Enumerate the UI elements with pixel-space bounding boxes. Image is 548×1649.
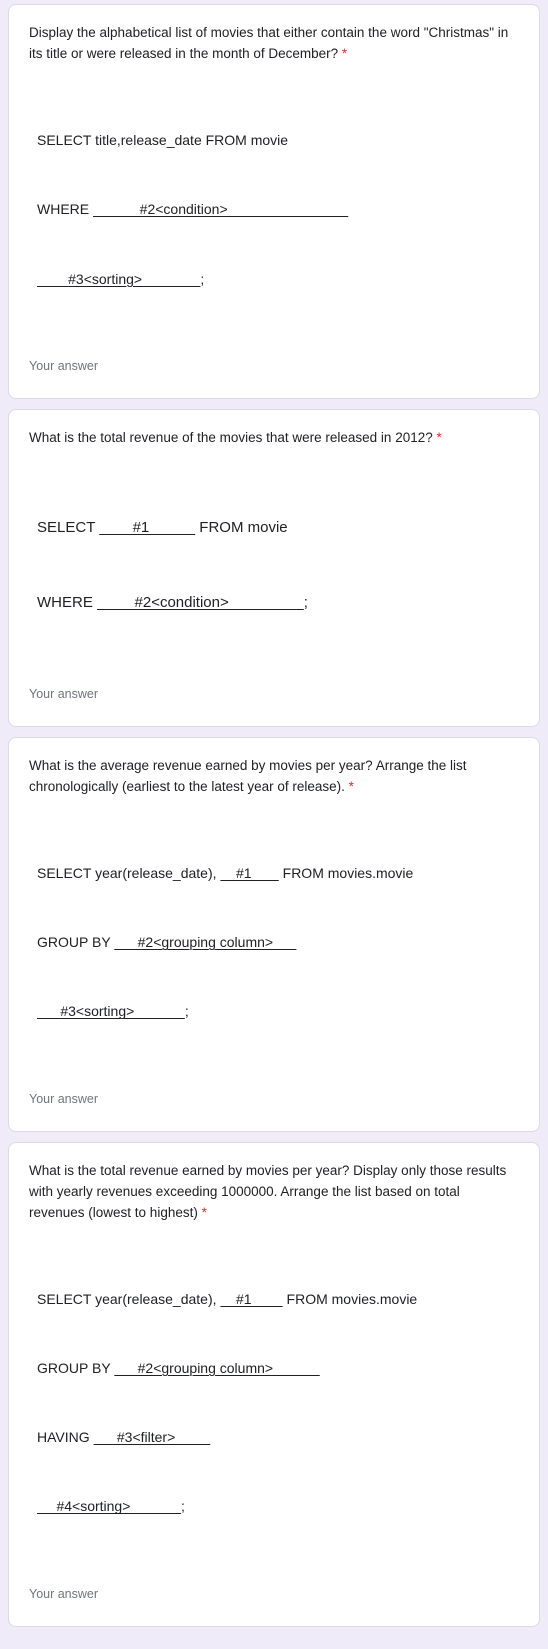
sql-text: ;	[185, 1003, 189, 1019]
sql-line: GROUP BY #2<grouping column>	[37, 931, 517, 954]
question-card: What is the total revenue of the movies …	[8, 409, 540, 727]
sql-text: SELECT year(release_date),	[37, 862, 220, 885]
sql-blank: #1	[220, 1291, 282, 1307]
required-marker: *	[349, 779, 354, 794]
sql-line: SELECT year(release_date), #1 FROM movie…	[37, 862, 517, 885]
sql-line: SELECT title,release_date FROM movie	[37, 129, 517, 152]
sql-text: ;	[304, 594, 308, 611]
sql-blank: #3<filter>	[94, 1429, 211, 1445]
sql-line: WHERE #2<condition>	[37, 198, 517, 221]
question-card: What is the average revenue earned by mo…	[8, 737, 540, 1132]
sql-block: SELECT year(release_date), #1 FROM movie…	[29, 816, 519, 1070]
answer-input-wrap: Your answer	[29, 1587, 519, 1608]
sql-blank: #2<condition>	[93, 201, 348, 217]
question-prompt: What is the total revenue of the movies …	[29, 430, 433, 445]
sql-blank: #3<sorting>	[37, 271, 200, 287]
answer-input-wrap: Your answer	[29, 687, 519, 708]
required-marker: *	[342, 46, 347, 61]
question-prompt: What is the total revenue earned by movi…	[29, 1163, 506, 1220]
required-marker: *	[202, 1205, 207, 1220]
answer-input-wrap: Your answer	[29, 359, 519, 380]
sql-line: GROUP BY #2<grouping column>	[37, 1357, 517, 1380]
sql-block: SELECT #1 FROM movie WHERE #2<condition>…	[29, 467, 519, 665]
sql-text: WHERE	[37, 198, 93, 221]
answer-input[interactable]: Your answer	[29, 359, 519, 380]
sql-text: FROM movies.movie	[283, 1291, 418, 1307]
question-card: Display the alphabetical list of movies …	[8, 4, 540, 399]
answer-input[interactable]: Your answer	[29, 1587, 519, 1608]
sql-block: SELECT year(release_date), #1 FROM movie…	[29, 1241, 519, 1564]
sql-blank: #3<sorting>	[37, 1003, 185, 1019]
sql-blank: #2<condition>	[97, 594, 304, 611]
question-text: What is the average revenue earned by mo…	[29, 756, 519, 798]
sql-blank: #1	[99, 519, 195, 536]
sql-blank: #2<grouping column>	[114, 1360, 319, 1376]
sql-text: GROUP BY	[37, 1357, 114, 1380]
sql-text: FROM movie	[195, 519, 288, 536]
sql-text: SELECT title,release_date FROM movie	[37, 129, 288, 152]
sql-text: ;	[181, 1498, 185, 1514]
question-card: What is the total revenue earned by movi…	[8, 1142, 540, 1627]
sql-line: #3<sorting> ;	[37, 268, 517, 291]
form-page: Display the alphabetical list of movies …	[0, 0, 548, 1649]
sql-line: HAVING #3<filter>	[37, 1426, 517, 1449]
sql-text: SELECT	[37, 516, 99, 541]
sql-text: FROM movies.movie	[279, 865, 414, 881]
sql-text: SELECT year(release_date),	[37, 1288, 220, 1311]
sql-text: WHERE	[37, 591, 97, 616]
sql-text: HAVING	[37, 1426, 94, 1449]
sql-block: SELECT title,release_date FROM movie WHE…	[29, 83, 519, 337]
question-prompt: What is the average revenue earned by mo…	[29, 758, 467, 794]
sql-blank: #4<sorting>	[37, 1498, 181, 1514]
answer-input[interactable]: Your answer	[29, 687, 519, 708]
sql-line: SELECT year(release_date), #1 FROM movie…	[37, 1288, 517, 1311]
answer-input[interactable]: Your answer	[29, 1092, 519, 1113]
answer-input-wrap: Your answer	[29, 1092, 519, 1113]
sql-text: ;	[200, 271, 204, 287]
sql-blank: #2<grouping column>	[114, 934, 296, 950]
sql-blank: #1	[220, 865, 278, 881]
sql-text: GROUP BY	[37, 931, 114, 954]
sql-line: #4<sorting> ;	[37, 1495, 517, 1518]
sql-line: #3<sorting> ;	[37, 1000, 517, 1023]
question-text: What is the total revenue of the movies …	[29, 428, 519, 449]
required-marker: *	[437, 430, 442, 445]
question-text: What is the total revenue earned by movi…	[29, 1161, 519, 1224]
sql-line: WHERE #2<condition> ;	[37, 591, 517, 616]
question-text: Display the alphabetical list of movies …	[29, 23, 519, 65]
question-prompt: Display the alphabetical list of movies …	[29, 25, 508, 61]
sql-line: SELECT #1 FROM movie	[37, 516, 517, 541]
